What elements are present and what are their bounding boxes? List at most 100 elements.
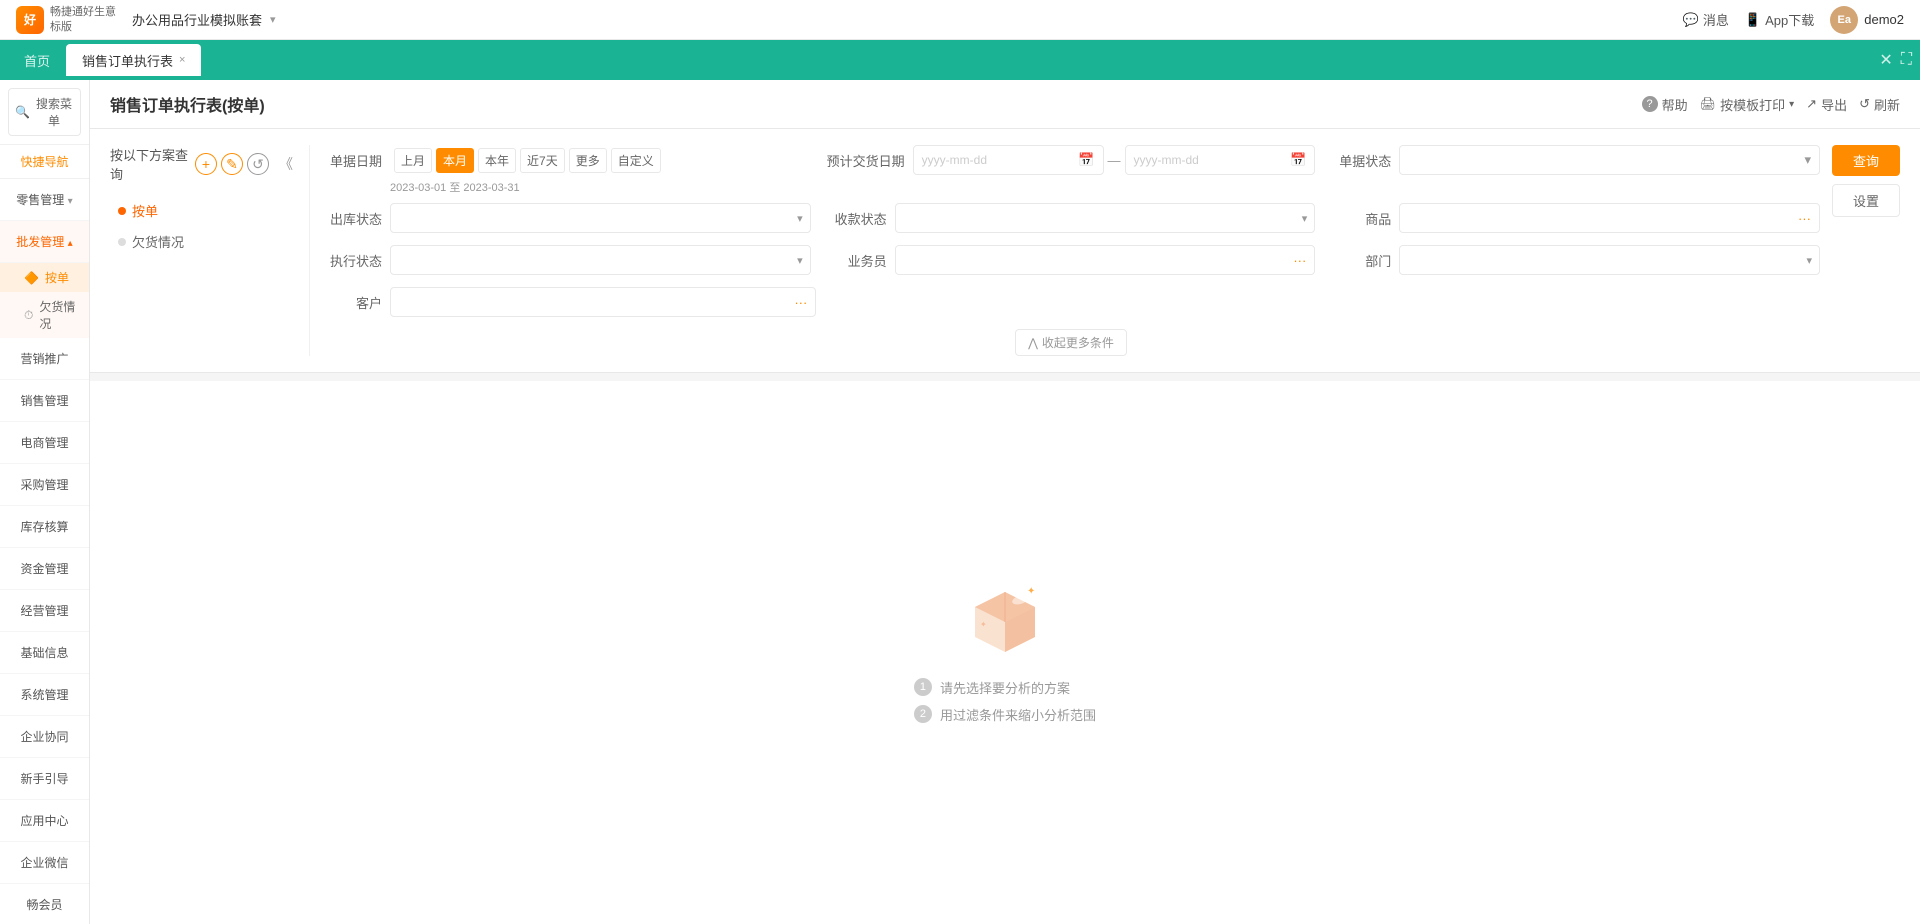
collapse-filter-btn[interactable]: ⋀ 收起更多条件 — [1015, 329, 1127, 356]
date-btn-last-month[interactable]: 上月 — [394, 148, 432, 173]
expected-delivery-range: yyyy-mm-dd 📅 — yyyy-mm-dd 📅 — [913, 145, 1316, 175]
receipt-status-select[interactable] — [895, 203, 1316, 233]
help-btn[interactable]: ? 帮助 — [1642, 95, 1688, 114]
goods-label: 商品 — [1331, 209, 1391, 228]
collapse-up-icon: ⋀ — [1028, 336, 1038, 350]
end-placeholder: yyyy-mm-dd — [1134, 153, 1199, 167]
date-btn-current-month[interactable]: 本月 — [436, 148, 474, 173]
scheme-refresh-btn[interactable]: ↺ — [247, 153, 269, 175]
salesperson-input[interactable]: ··· — [895, 245, 1316, 275]
department-select[interactable] — [1399, 245, 1820, 275]
empty-illustration: ✦ ✦ — [965, 582, 1045, 662]
outbound-status-select[interactable] — [390, 203, 811, 233]
tip-num-1: 1 — [914, 678, 932, 696]
sidebar-item-ecommerce[interactable]: 电商管理 — [0, 422, 89, 464]
search-icon: 🔍 — [15, 105, 30, 119]
customer-more-icon: ··· — [794, 295, 807, 310]
expected-delivery-end[interactable]: yyyy-mm-dd 📅 — [1125, 145, 1316, 175]
submenu-presale[interactable]: 🔶 按单 — [0, 263, 89, 292]
query-button[interactable]: 查询 — [1832, 145, 1900, 176]
logo-area: 好 畅捷通好生意 标版 — [16, 5, 116, 34]
sidebar-item-finance[interactable]: 资金管理 — [0, 548, 89, 590]
sidebar-item-system[interactable]: 系统管理 — [0, 674, 89, 716]
date-btn-custom[interactable]: 自定义 — [611, 148, 661, 173]
date-btn-group: 上月 本月 本年 近7天 更多 自定义 — [394, 148, 661, 173]
message-action[interactable]: 💬 消息 — [1683, 10, 1729, 29]
owes-label: 欠货情况 — [39, 298, 81, 332]
date-field: 单据日期 上月 本月 本年 近7天 更多 自定义 — [322, 148, 811, 173]
settings-button[interactable]: 设置 — [1832, 184, 1900, 217]
execution-status-select[interactable] — [390, 245, 811, 275]
quick-nav-btn[interactable]: 快捷导航 — [0, 145, 89, 179]
scheme-collapse-btn[interactable]: 《 — [279, 154, 293, 174]
calendar-icon-start: 📅 — [1078, 152, 1094, 168]
svg-text:✦: ✦ — [980, 620, 987, 629]
sidebar-item-enterprise[interactable]: 企业协同 — [0, 716, 89, 758]
sidebar-item-appstore[interactable]: 应用中心 — [0, 800, 89, 842]
sidebar-item-purchase[interactable]: 采购管理 — [0, 464, 89, 506]
filter-row-3: 执行状态 ▾ 业务员 ··· — [322, 245, 1820, 275]
sidebar-item-newbie[interactable]: 新手引导 — [0, 758, 89, 800]
app-download-action[interactable]: 📱 App下载 — [1745, 10, 1814, 29]
app-title-dropdown[interactable]: ▾ — [270, 13, 276, 26]
sidebar-item-basic[interactable]: 基础信息 — [0, 632, 89, 674]
owes-icon: ⏱ — [24, 308, 33, 323]
tab-home-label: 首页 — [24, 51, 50, 70]
sidebar-search-button[interactable]: 🔍 搜索菜单 — [8, 88, 81, 136]
expected-delivery-start[interactable]: yyyy-mm-dd 📅 — [913, 145, 1104, 175]
tab-home[interactable]: 首页 — [8, 44, 66, 76]
scheme-edit-btn[interactable]: ✎ — [221, 153, 243, 175]
goods-input[interactable]: ··· — [1399, 203, 1820, 233]
department-label: 部门 — [1331, 251, 1391, 270]
scheme-dot-2 — [118, 238, 126, 246]
help-icon: ? — [1642, 96, 1658, 112]
submenu-owes[interactable]: ⏱ 欠货情况 — [0, 292, 89, 338]
maximize-window-btn[interactable]: ⛶ — [1901, 51, 1912, 69]
user-area[interactable]: Ea demo2 — [1830, 6, 1904, 34]
sidebar-item-vip[interactable]: 畅会员 — [0, 884, 89, 924]
empty-tip-2: 2 用过滤条件来缩小分析范围 — [914, 705, 1096, 724]
collapse-filter-label: 收起更多条件 — [1042, 334, 1114, 351]
customer-input[interactable]: ··· — [390, 287, 816, 317]
date-btn-last-7days[interactable]: 近7天 — [520, 148, 565, 173]
print-template-btn[interactable]: 🖨 按模板打印 ▾ — [1700, 95, 1795, 114]
sidebar-item-marketing[interactable]: 营销推广 — [0, 338, 89, 380]
page-header: 销售订单执行表(按单) ? 帮助 🖨 按模板打印 ▾ ↗ 导出 ↺ 刷新 — [90, 80, 1920, 129]
close-window-btn[interactable]: ✕ — [1879, 50, 1892, 70]
presale-label: 按单 — [45, 269, 69, 286]
user-avatar: Ea — [1830, 6, 1858, 34]
filter-row-1: 单据日期 上月 本月 本年 近7天 更多 自定义 — [322, 145, 1820, 175]
sidebar-item-sales[interactable]: 销售管理 — [0, 380, 89, 422]
sidebar-item-wechat[interactable]: 企业微信 — [0, 842, 89, 884]
single-status-select[interactable]: ▾ — [1399, 145, 1820, 175]
start-placeholder: yyyy-mm-dd — [922, 153, 987, 167]
tab-sales-order[interactable]: 销售订单执行表 × — [66, 44, 201, 76]
refresh-btn[interactable]: ↺ 刷新 — [1859, 95, 1900, 114]
export-btn[interactable]: ↗ 导出 — [1806, 95, 1847, 114]
filter-row-2: 出库状态 ▾ 收款状态 — [322, 203, 1820, 233]
export-icon: ↗ — [1806, 96, 1817, 112]
outbound-status-field: 出库状态 ▾ — [322, 203, 811, 233]
scheme-add-btn[interactable]: + — [195, 153, 217, 175]
scheme-item-by-single[interactable]: 按单 — [110, 195, 293, 226]
scheme-item-by-owes[interactable]: 欠货情况 — [110, 226, 293, 257]
filter-fields: 单据日期 上月 本月 本年 近7天 更多 自定义 — [322, 145, 1820, 356]
sidebar-item-operation[interactable]: 经营管理 — [0, 590, 89, 632]
sidebar-search: 🔍 搜索菜单 — [0, 80, 89, 145]
customer-field: 客户 ··· — [322, 287, 816, 317]
execution-label: 执行状态 — [322, 251, 382, 270]
date-btn-more[interactable]: 更多 — [569, 148, 607, 173]
sidebar-item-inventory[interactable]: 库存核算 — [0, 506, 89, 548]
date-btn-current-year[interactable]: 本年 — [478, 148, 516, 173]
main-layout: 🔍 搜索菜单 快捷导航 零售管理 ▾ 批发管理 ▴ 🔶 按单 ⏱ 欠货情况 营销… — [0, 80, 1920, 924]
print-dropdown-icon: ▾ — [1789, 99, 1794, 110]
sidebar-item-retail[interactable]: 零售管理 ▾ — [0, 179, 89, 221]
logo-text: 畅捷通好生意 标版 — [50, 5, 116, 34]
tip-text-1: 请先选择要分析的方案 — [940, 678, 1070, 697]
tab-close-icon[interactable]: × — [179, 54, 185, 66]
tab-sales-order-label: 销售订单执行表 — [82, 51, 173, 70]
user-name: demo2 — [1864, 12, 1904, 27]
sidebar-item-wholesale[interactable]: 批发管理 ▴ — [0, 221, 89, 263]
message-label: 消息 — [1703, 10, 1729, 29]
wholesale-submenu: 🔶 按单 ⏱ 欠货情况 — [0, 263, 89, 338]
